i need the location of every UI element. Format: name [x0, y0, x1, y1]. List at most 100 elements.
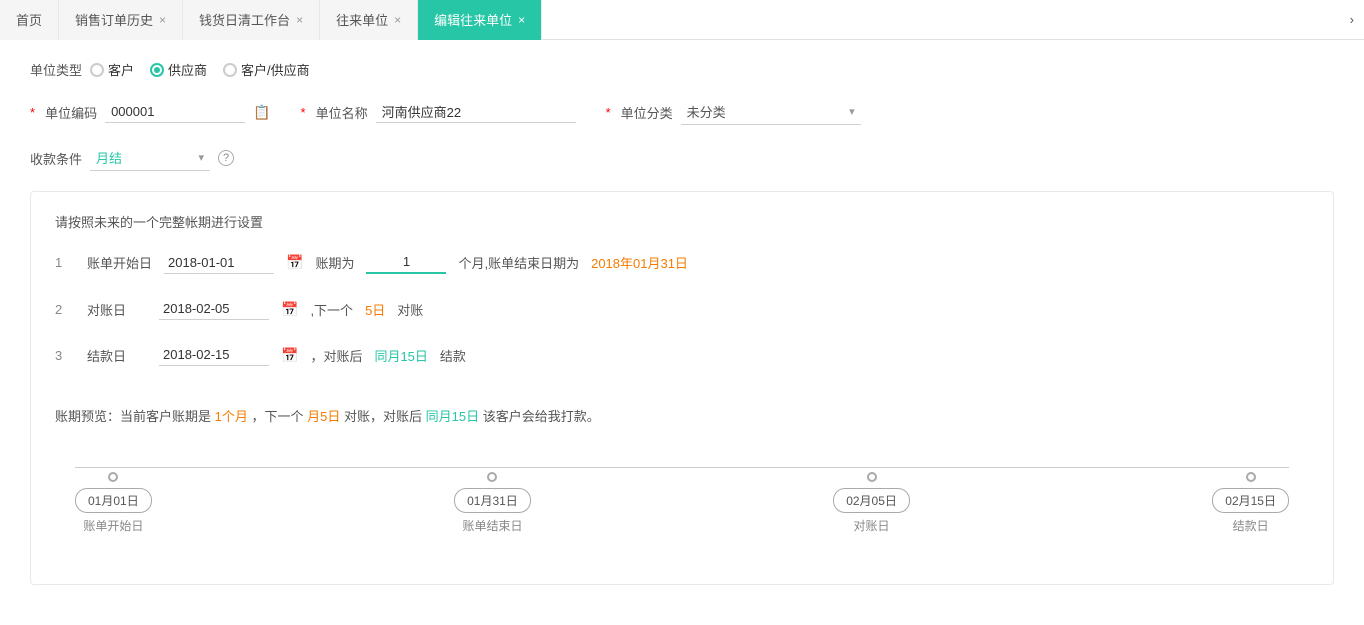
tab-sales-history[interactable]: 销售订单历史 × — [59, 0, 183, 40]
radio-both-label: 客户/供应商 — [241, 60, 310, 79]
unit-type-row: 单位类型 客户 供应商 客户/供应商 — [30, 60, 1334, 79]
tab-cash-work-close[interactable]: × — [296, 14, 303, 26]
timeline-container: 01月01日 账单开始日 01月31日 账单结束日 02月05日 对账日 — [55, 445, 1309, 564]
radio-both-circle — [223, 63, 237, 77]
timeline-dot-4 — [1246, 472, 1256, 482]
unit-category-chevron-icon: ▾ — [849, 105, 855, 118]
tab-sales-history-close[interactable]: × — [159, 14, 166, 26]
payment-terms-group: 收款条件 月结 ▾ ? — [30, 145, 234, 171]
preview-suffix: 该客户会给我打款。 — [483, 409, 600, 424]
tab-home[interactable]: 首页 — [0, 0, 59, 40]
timeline-node-1: 01月01日 账单开始日 — [75, 455, 152, 534]
row-1-label: 账单开始日 — [87, 253, 152, 272]
help-icon[interactable]: ? — [218, 150, 234, 166]
unit-name-group: * 单位名称 — [301, 101, 576, 123]
start-date-input[interactable] — [164, 252, 274, 274]
timeline-caption-4: 结款日 — [1233, 517, 1269, 534]
radio-supplier-circle — [150, 63, 164, 77]
radio-customer[interactable]: 客户 — [90, 60, 134, 79]
tab-edit-partner[interactable]: 编辑往来单位 × — [418, 0, 542, 40]
preview-section: 账期预览：当前客户账期是 1个月 ，下一个 月5日 对账，对账后 同月15日 该… — [55, 390, 1309, 564]
tab-more-button[interactable]: › — [1340, 0, 1364, 40]
tab-bar: 首页 销售订单历史 × 钱货日清工作台 × 往来单位 × 编辑往来单位 × › — [0, 0, 1364, 40]
timeline-caption-1: 账单开始日 — [83, 517, 143, 534]
preview-highlight2: 月5日 — [307, 409, 340, 424]
radio-group: 客户 供应商 客户/供应商 — [90, 60, 310, 79]
row-1-desc-prefix: 账期为 — [315, 253, 354, 272]
unit-category-select[interactable]: 未分类 ▾ — [681, 99, 861, 125]
timeline-node-2: 01月31日 账单结束日 — [454, 455, 531, 534]
tab-partner-label: 往来单位 — [336, 10, 388, 29]
radio-both[interactable]: 客户/供应商 — [223, 60, 310, 79]
tab-home-label: 首页 — [16, 10, 42, 29]
timeline-caption-2: 账单结束日 — [462, 517, 522, 534]
unit-code-label: 单位编码 — [45, 103, 97, 122]
tab-cash-work[interactable]: 钱货日清工作台 × — [183, 0, 320, 40]
preview-mid1: ，下一个 — [252, 409, 304, 424]
unit-type-label: 单位类型 — [30, 60, 82, 79]
row-3-desc-prefix: ，对账后 — [310, 346, 362, 365]
unit-category-label: 单位分类 — [621, 103, 673, 122]
tab-cash-work-label: 钱货日清工作台 — [199, 10, 290, 29]
row-2-desc-suffix: 对账 — [397, 300, 423, 319]
unit-code-group: * 单位编码 📋 — [30, 101, 271, 123]
unit-category-value: 未分类 — [687, 102, 726, 121]
payment-terms-select[interactable]: 月结 ▾ — [90, 145, 210, 171]
row-3-desc-suffix: 结款 — [440, 346, 466, 365]
unit-name-required: * — [301, 105, 306, 120]
unit-code-copy-icon[interactable]: 📋 — [253, 104, 270, 121]
period-input[interactable] — [366, 251, 446, 274]
settings-title: 请按照未来的一个完整帐期进行设置 — [55, 212, 1309, 231]
unit-name-input[interactable] — [376, 101, 576, 123]
row-1-highlight: 2018年01月31日 — [591, 253, 688, 272]
radio-customer-label: 客户 — [108, 60, 134, 79]
payment-terms-row: 收款条件 月结 ▾ ? — [30, 145, 1334, 171]
row-2-highlight: 5日 — [365, 300, 385, 319]
tab-partner-close[interactable]: × — [394, 14, 401, 26]
tab-partner[interactable]: 往来单位 × — [320, 0, 418, 40]
unit-info-row: * 单位编码 📋 * 单位名称 * 单位分类 未分类 ▾ — [30, 99, 1334, 125]
timeline-label-4: 02月15日 — [1212, 488, 1289, 513]
reconcile-date-input[interactable] — [159, 298, 269, 320]
payment-date-calendar-icon[interactable]: 📅 — [281, 347, 298, 364]
chevron-right-icon: › — [1350, 12, 1354, 27]
settings-panel: 请按照未来的一个完整帐期进行设置 1 账单开始日 📅 账期为 个月,账单结束日期… — [30, 191, 1334, 585]
unit-code-required: * — [30, 105, 35, 120]
row-2-desc-prefix: ,下一个 — [310, 300, 353, 319]
reconcile-date-calendar-icon[interactable]: 📅 — [281, 301, 298, 318]
timeline-label-1: 01月01日 — [75, 488, 152, 513]
timeline-node-4: 02月15日 结款日 — [1212, 455, 1289, 534]
unit-type-group: 单位类型 客户 供应商 客户/供应商 — [30, 60, 310, 79]
row-3-label: 结款日 — [87, 346, 147, 365]
row-1-num: 1 — [55, 255, 75, 270]
row-2-num: 2 — [55, 302, 75, 317]
timeline-label-3: 02月05日 — [833, 488, 910, 513]
timeline-dot-3 — [867, 472, 877, 482]
timeline-node-3: 02月05日 对账日 — [833, 455, 910, 534]
payment-terms-value: 月结 — [96, 148, 122, 167]
preview-prefix: 账期预览：当前客户账期是 — [55, 409, 211, 424]
row-3-highlight: 同月15日 — [374, 346, 427, 365]
timeline-label-2: 01月31日 — [454, 488, 531, 513]
payment-terms-label: 收款条件 — [30, 149, 82, 168]
radio-supplier[interactable]: 供应商 — [150, 60, 207, 79]
radio-customer-circle — [90, 63, 104, 77]
timeline-dot-2 — [487, 472, 497, 482]
tab-edit-partner-label: 编辑往来单位 — [434, 10, 512, 29]
row-3-num: 3 — [55, 348, 75, 363]
unit-code-input[interactable] — [105, 101, 245, 123]
payment-date-input[interactable] — [159, 344, 269, 366]
settings-row-1: 1 账单开始日 📅 账期为 个月,账单结束日期为 2018年01月31日 — [55, 251, 1309, 274]
timeline-caption-3: 对账日 — [854, 517, 890, 534]
settings-row-3: 3 结款日 📅 ，对账后 同月15日 结款 — [55, 344, 1309, 366]
tab-edit-partner-close[interactable]: × — [518, 14, 525, 26]
preview-highlight3: 同月15日 — [426, 409, 479, 424]
preview-highlight1: 1个月 — [215, 409, 248, 424]
settings-row-2: 2 对账日 📅 ,下一个 5日 对账 — [55, 298, 1309, 320]
unit-category-required: * — [606, 105, 611, 120]
timeline-line — [75, 467, 1289, 468]
start-date-calendar-icon[interactable]: 📅 — [286, 254, 303, 271]
unit-category-group: * 单位分类 未分类 ▾ — [606, 99, 861, 125]
unit-name-label: 单位名称 — [316, 103, 368, 122]
row-1-desc-suffix: 个月,账单结束日期为 — [458, 253, 579, 272]
